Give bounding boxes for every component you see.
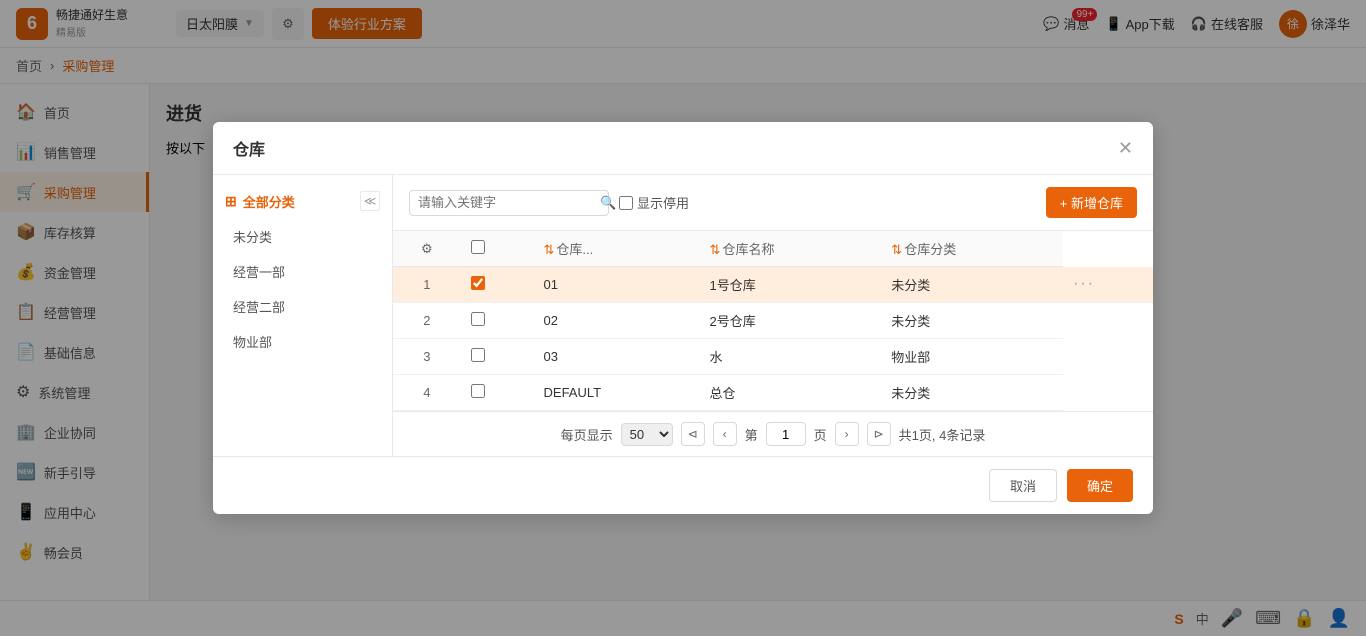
table-scroll: ⚙ ⇅仓库... ⇅仓库名称 ⇅仓库分类 1 01 1号仓库 未分类 — [393, 231, 1153, 411]
row-number: 1 — [393, 267, 461, 303]
th-gear: ⚙ — [393, 231, 461, 267]
row-code: DEFAULT — [534, 375, 700, 411]
row-name: 1号仓库 — [700, 267, 882, 303]
search-box: 🔍 — [409, 190, 609, 216]
grid-icon: ⊞ — [225, 193, 237, 210]
category-item-unclassified[interactable]: 未分类 — [213, 219, 392, 254]
category-item-property[interactable]: 物业部 — [213, 324, 392, 359]
category-header[interactable]: ⊞ 全部分类 ≪ — [213, 183, 392, 219]
per-page-select[interactable]: 50 10 20 100 — [621, 423, 673, 446]
table-row[interactable]: 3 03 水 物业部 — [393, 339, 1153, 375]
table-toolbar: 🔍 显示停用 + 新增仓库 — [393, 175, 1153, 231]
row-number: 4 — [393, 375, 461, 411]
table-header: ⚙ ⇅仓库... ⇅仓库名称 ⇅仓库分类 — [393, 231, 1153, 267]
modal-title: 仓库 — [233, 136, 265, 160]
row-code: 03 — [534, 339, 700, 375]
total-info: 共1页, 4条记录 — [899, 425, 986, 444]
sort-icon: ⇅ — [891, 242, 902, 257]
table-panel: 🔍 显示停用 + 新增仓库 — [393, 175, 1153, 456]
th-category: ⇅仓库分类 — [881, 231, 1063, 267]
table-body: 1 01 1号仓库 未分类 ··· 2 02 2号仓库 未分类 3 03 水 物… — [393, 267, 1153, 411]
row-checkbox[interactable] — [471, 312, 485, 326]
row-name: 水 — [700, 339, 882, 375]
row-check[interactable] — [461, 375, 534, 411]
select-all-checkbox[interactable] — [471, 240, 485, 254]
pagination-bar: 每页显示 50 10 20 100 ⊲ ‹ 第 页 › ⊳ 共1页, 4条记录 — [393, 411, 1153, 456]
warehouse-table: ⚙ ⇅仓库... ⇅仓库名称 ⇅仓库分类 1 01 1号仓库 未分类 — [393, 231, 1153, 411]
per-page-label: 每页显示 — [561, 425, 613, 444]
row-code: 01 — [534, 267, 700, 303]
row-category: 物业部 — [881, 339, 1063, 375]
th-code: ⇅仓库... — [534, 231, 700, 267]
table-row[interactable]: 1 01 1号仓库 未分类 ··· — [393, 267, 1153, 303]
modal-close-button[interactable]: ✕ — [1118, 138, 1133, 159]
prev-page-button[interactable]: ‹ — [713, 422, 737, 446]
modal-header: 仓库 ✕ — [213, 122, 1153, 175]
search-icon: 🔍 — [600, 195, 616, 211]
more-options-icon[interactable]: ··· — [1073, 275, 1095, 292]
row-actions[interactable]: ··· — [1063, 267, 1153, 303]
current-page-input[interactable] — [766, 422, 806, 446]
cancel-button[interactable]: 取消 — [989, 469, 1057, 502]
page-label: 第 — [745, 425, 758, 444]
category-item-operations1[interactable]: 经营一部 — [213, 254, 392, 289]
th-name: ⇅仓库名称 — [700, 231, 882, 267]
row-check[interactable] — [461, 303, 534, 339]
row-name: 2号仓库 — [700, 303, 882, 339]
warehouse-modal: 仓库 ✕ ⊞ 全部分类 ≪ 未分类 经营一部 经营二部 物业部 — [213, 122, 1153, 514]
row-category: 未分类 — [881, 375, 1063, 411]
last-page-button[interactable]: ⊳ — [867, 422, 891, 446]
show-disabled-label[interactable]: 显示停用 — [619, 193, 689, 212]
first-page-button[interactable]: ⊲ — [681, 422, 705, 446]
all-categories-label: ⊞ 全部分类 — [225, 192, 295, 211]
row-check[interactable] — [461, 267, 534, 303]
modal-footer: 取消 确定 — [213, 456, 1153, 514]
collapse-panel-button[interactable]: ≪ — [360, 191, 380, 211]
table-container: ⚙ ⇅仓库... ⇅仓库名称 ⇅仓库分类 1 01 1号仓库 未分类 — [393, 231, 1153, 411]
category-item-operations2[interactable]: 经营二部 — [213, 289, 392, 324]
next-page-button[interactable]: › — [835, 422, 859, 446]
search-input[interactable] — [418, 195, 594, 210]
show-disabled-checkbox[interactable] — [619, 196, 633, 210]
modal-body: ⊞ 全部分类 ≪ 未分类 经营一部 经营二部 物业部 🔍 — [213, 175, 1153, 456]
add-warehouse-button[interactable]: + 新增仓库 — [1046, 187, 1137, 218]
category-panel: ⊞ 全部分类 ≪ 未分类 经营一部 经营二部 物业部 — [213, 175, 393, 456]
sort-icon: ⇅ — [544, 242, 555, 257]
row-checkbox[interactable] — [471, 384, 485, 398]
row-category: 未分类 — [881, 267, 1063, 303]
row-category: 未分类 — [881, 303, 1063, 339]
page-suffix: 页 — [814, 425, 827, 444]
row-name: 总仓 — [700, 375, 882, 411]
row-code: 02 — [534, 303, 700, 339]
row-number: 3 — [393, 339, 461, 375]
row-checkbox[interactable] — [471, 348, 485, 362]
table-row[interactable]: 4 DEFAULT 总仓 未分类 — [393, 375, 1153, 411]
modal-overlay: 仓库 ✕ ⊞ 全部分类 ≪ 未分类 经营一部 经营二部 物业部 — [0, 0, 1366, 636]
table-row[interactable]: 2 02 2号仓库 未分类 — [393, 303, 1153, 339]
sort-icon: ⇅ — [710, 242, 721, 257]
row-check[interactable] — [461, 339, 534, 375]
all-categories-text: 全部分类 — [243, 192, 295, 211]
add-warehouse-label: + 新增仓库 — [1060, 193, 1123, 212]
confirm-button[interactable]: 确定 — [1067, 469, 1133, 502]
th-check — [461, 231, 534, 267]
show-disabled-text: 显示停用 — [637, 193, 689, 212]
row-number: 2 — [393, 303, 461, 339]
row-checkbox[interactable] — [471, 276, 485, 290]
